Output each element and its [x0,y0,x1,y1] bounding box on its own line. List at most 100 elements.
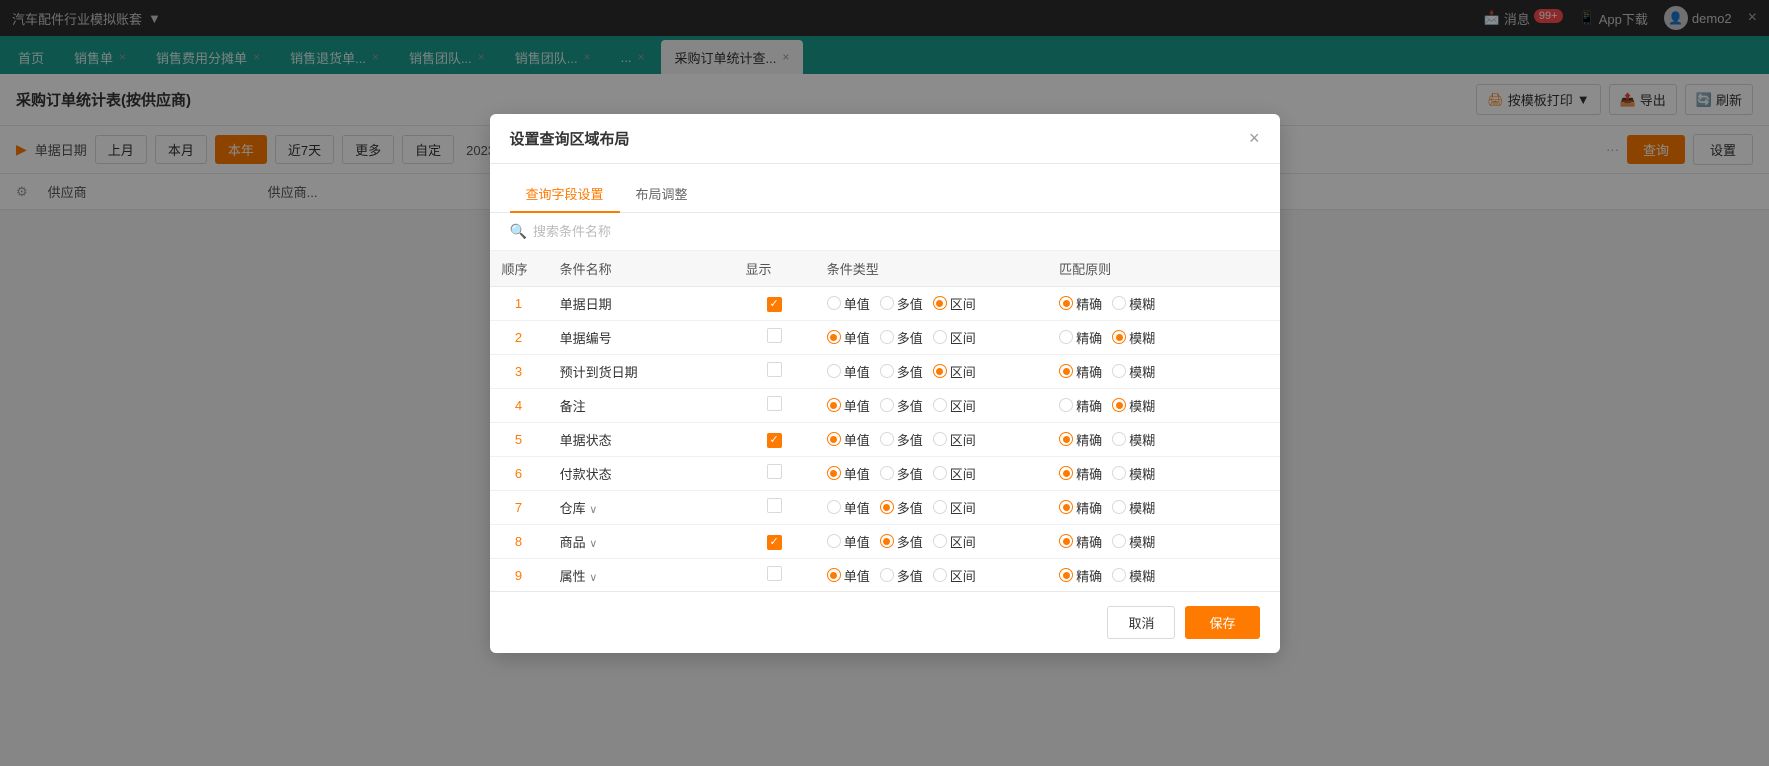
match-radio-match_exact[interactable]: 精确 [1059,430,1102,449]
checkbox[interactable] [767,498,782,513]
search-box: 🔍 [490,213,1280,251]
modal: 设置查询区域布局 × 查询字段设置 布局调整 🔍 顺序 条件名称 [490,114,1280,653]
type-radio-type_single[interactable]: 单值 [827,362,870,381]
modal-close-btn[interactable]: × [1249,129,1260,147]
type-radio-type_range[interactable]: 区间 [933,396,976,415]
match-radio-match_fuzzy[interactable]: 模糊 [1112,532,1155,551]
type-radio-type_range[interactable]: 区间 [933,430,976,449]
row-type: 单值多值区间 [815,320,1047,354]
type-radio-type_single[interactable]: 单值 [827,328,870,347]
match-radio-match_fuzzy[interactable]: 模糊 [1112,430,1155,449]
type-radio-type_range[interactable]: 区间 [933,498,976,517]
type-radio-type_multi[interactable]: 多值 [880,396,923,415]
row-display-checkbox[interactable] [733,320,814,354]
row-name: 仓库 ∨ [548,490,734,524]
type-radio-type_multi[interactable]: 多值 [880,566,923,585]
type-radio-type_range[interactable]: 区间 [933,532,976,551]
type-radio-type_single[interactable]: 单值 [827,498,870,517]
match-radio-match_exact[interactable]: 精确 [1059,464,1102,483]
cancel-btn[interactable]: 取消 [1107,606,1175,639]
type-radio-type_range[interactable]: 区间 [933,362,976,381]
match-radio-match_exact[interactable]: 精确 [1059,362,1102,381]
match-radio-match_fuzzy[interactable]: 模糊 [1112,396,1155,415]
type-radio-type_single[interactable]: 单值 [827,532,870,551]
table-row: 6付款状态单值多值区间精确模糊 [490,456,1280,490]
table-scroll-area[interactable]: 顺序 条件名称 显示 条件类型 匹配原则 1单据日期单值多值区间精确模糊2单据编… [490,251,1280,591]
type-radio-type_single[interactable]: 单值 [827,464,870,483]
type-radio-type_single[interactable]: 单值 [827,430,870,449]
save-btn[interactable]: 保存 [1185,606,1259,639]
type-radio-type_multi[interactable]: 多值 [880,294,923,313]
type-radio-type_single[interactable]: 单值 [827,396,870,415]
row-display-checkbox[interactable] [733,354,814,388]
type-radio-type_multi[interactable]: 多值 [880,532,923,551]
type-radio-type_single[interactable]: 单值 [827,294,870,313]
match-radio-match_exact[interactable]: 精确 [1059,396,1102,415]
match-radio-match_fuzzy[interactable]: 模糊 [1112,362,1155,381]
table-row: 1单据日期单值多值区间精确模糊 [490,286,1280,320]
table-row: 2单据编号单值多值区间精确模糊 [490,320,1280,354]
checkbox[interactable] [767,566,782,581]
tab-query-fields[interactable]: 查询字段设置 [510,176,620,213]
th-order: 顺序 [490,251,548,287]
checkbox[interactable] [767,464,782,479]
checkbox[interactable] [767,433,782,448]
match-radio-match_exact[interactable]: 精确 [1059,566,1102,585]
type-radio-type_multi[interactable]: 多值 [880,498,923,517]
row-type: 单值多值区间 [815,456,1047,490]
th-name: 条件名称 [548,251,734,287]
table-row: 8商品 ∨单值多值区间精确模糊 [490,524,1280,558]
type-radio-type_single[interactable]: 单值 [827,566,870,585]
row-order: 1 [490,286,548,320]
row-order: 5 [490,422,548,456]
row-display-checkbox[interactable] [733,388,814,422]
match-radio-match_exact[interactable]: 精确 [1059,328,1102,347]
type-radio-type_multi[interactable]: 多值 [880,464,923,483]
match-radio-match_exact[interactable]: 精确 [1059,532,1102,551]
row-display-checkbox[interactable] [733,456,814,490]
search-input[interactable] [533,224,713,239]
row-type: 单值多值区间 [815,558,1047,591]
th-display: 显示 [733,251,814,287]
row-name: 属性 ∨ [548,558,734,591]
row-name: 单据状态 [548,422,734,456]
match-radio-match_fuzzy[interactable]: 模糊 [1112,328,1155,347]
type-radio-type_multi[interactable]: 多值 [880,328,923,347]
table-row: 4备注 单值多值区间 精确模糊 [490,388,1280,422]
row-order: 6 [490,456,548,490]
row-match: 精确模糊 [1047,354,1279,388]
checkbox[interactable] [767,328,782,343]
match-radio-match_exact[interactable]: 精确 [1059,294,1102,313]
row-display-checkbox[interactable] [733,422,814,456]
row-name: 单据编号 [548,320,734,354]
match-radio-match_fuzzy[interactable]: 模糊 [1112,294,1155,313]
row-display-checkbox[interactable] [733,286,814,320]
checkbox[interactable] [767,297,782,312]
row-order: 4 [490,388,548,422]
row-match: 精确模糊 [1047,320,1279,354]
type-radio-type_multi[interactable]: 多值 [880,430,923,449]
type-radio-type_range[interactable]: 区间 [933,464,976,483]
checkbox[interactable] [767,396,782,411]
checkbox[interactable] [767,535,782,550]
row-order: 3 [490,354,548,388]
row-name: 付款状态 [548,456,734,490]
match-radio-match_fuzzy[interactable]: 模糊 [1112,464,1155,483]
modal-tabs: 查询字段设置 布局调整 [490,164,1280,213]
row-display-checkbox[interactable] [733,490,814,524]
row-display-checkbox[interactable] [733,524,814,558]
match-radio-match_exact[interactable]: 精确 [1059,498,1102,517]
type-radio-type_range[interactable]: 区间 [933,294,976,313]
row-display-checkbox[interactable] [733,558,814,591]
row-match: 精确模糊 [1047,388,1279,422]
match-radio-match_fuzzy[interactable]: 模糊 [1112,498,1155,517]
match-radio-match_fuzzy[interactable]: 模糊 [1112,566,1155,585]
type-radio-type_range[interactable]: 区间 [933,566,976,585]
type-radio-type_multi[interactable]: 多值 [880,362,923,381]
row-type: 单值多值区间 [815,286,1047,320]
tab-layout[interactable]: 布局调整 [620,176,704,213]
row-name: 备注 [548,388,734,422]
checkbox[interactable] [767,362,782,377]
th-type: 条件类型 [815,251,1047,287]
type-radio-type_range[interactable]: 区间 [933,328,976,347]
